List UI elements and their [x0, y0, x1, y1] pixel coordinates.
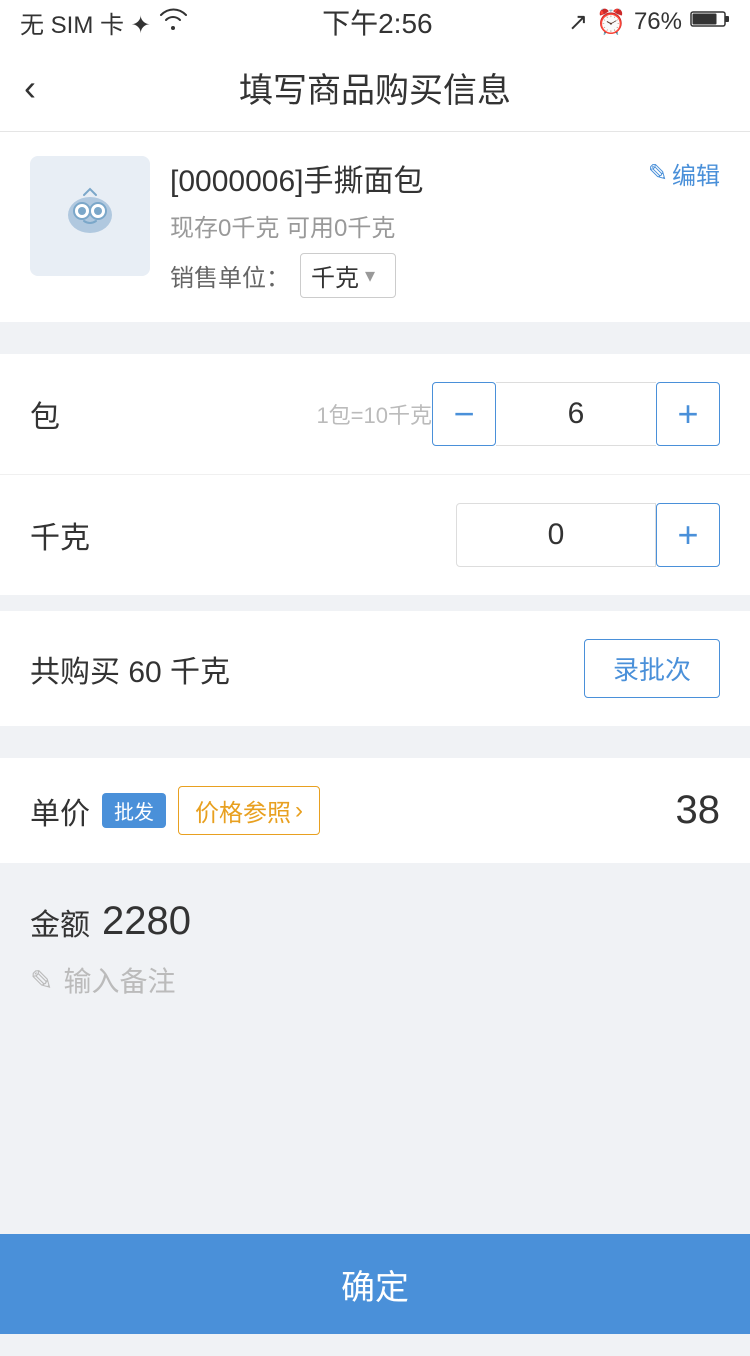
battery-icon: [690, 8, 730, 36]
price-label-area: 单价 批发 价格参照 ›: [30, 786, 320, 835]
sim-signal: 无 SIM 卡 ✦: [20, 5, 151, 40]
edit-button[interactable]: ✎ 编辑: [648, 156, 720, 191]
product-card: [0000006]手撕面包 ✎ 编辑 现存0千克 可用0千克 销售单位： 千克 …: [0, 132, 750, 322]
bao-label-area: 包 1包=10千克: [30, 392, 432, 436]
product-stock: 现存0千克 可用0千克: [170, 208, 720, 243]
qianke-quantity-control: +: [456, 503, 720, 567]
status-bar: 无 SIM 卡 ✦ 下午2:56 ↗ ⏰ 76%: [0, 0, 750, 44]
location-icon: ↗: [568, 8, 588, 37]
price-section: 单价 批发 价格参照 › 38: [0, 758, 750, 863]
bao-decrement-button[interactable]: −: [432, 382, 496, 446]
separator-1: [0, 338, 750, 354]
qianke-increment-button[interactable]: +: [656, 503, 720, 567]
wifi-icon: [159, 8, 187, 37]
batch-tag: 批发: [102, 793, 166, 828]
summary-row: 共购买 60 千克 录批次: [0, 611, 750, 726]
back-button[interactable]: ‹: [24, 67, 36, 109]
pencil-icon: ✎: [30, 964, 53, 997]
note-row[interactable]: ✎ 输入备注: [30, 960, 720, 1000]
batch-button[interactable]: 录批次: [584, 639, 720, 698]
amount-label: 金额: [30, 900, 90, 944]
confirm-text: 确定: [341, 1260, 409, 1309]
battery-text: 76%: [634, 8, 682, 36]
amount-section: 金额 2280 ✎ 输入备注: [0, 871, 750, 1016]
qianke-label: 千克: [30, 522, 90, 555]
bao-label: 包: [30, 392, 294, 436]
alarm-icon: ⏰: [596, 8, 626, 37]
amount-value: 2280: [102, 899, 191, 944]
bao-section: 包 1包=10千克 − + 千克 +: [0, 354, 750, 595]
qianke-quantity-input[interactable]: [456, 503, 656, 567]
nav-bar: ‹ 填写商品购买信息: [0, 44, 750, 132]
product-unit-row: 销售单位： 千克 ▾: [170, 253, 720, 298]
separator-2: [0, 742, 750, 758]
price-ref-button[interactable]: 价格参照 ›: [178, 786, 320, 835]
price-value: 38: [676, 788, 721, 833]
note-placeholder: 输入备注: [63, 960, 175, 1000]
product-image: [30, 156, 150, 276]
amount-row: 金额 2280: [30, 899, 720, 944]
page-title: 填写商品购买信息: [239, 63, 511, 112]
summary-section: 共购买 60 千克 录批次: [0, 611, 750, 726]
bao-row: 包 1包=10千克 − +: [0, 354, 750, 475]
summary-text: 共购买 60 千克: [30, 647, 230, 691]
chevron-right-icon: ›: [295, 797, 303, 825]
unit-select[interactable]: 千克 ▾: [300, 253, 396, 298]
status-right: ↗ ⏰ 76%: [568, 8, 730, 37]
confirm-bar[interactable]: 确定: [0, 1234, 750, 1334]
bao-quantity-input[interactable]: [496, 382, 656, 446]
edit-icon: ✎: [648, 159, 668, 188]
status-time: 下午2:56: [322, 2, 433, 42]
bao-quantity-control: − +: [432, 382, 720, 446]
price-label: 单价: [30, 789, 90, 833]
product-name: [0000006]手撕面包: [170, 156, 423, 200]
product-info: [0000006]手撕面包 ✎ 编辑 现存0千克 可用0千克 销售单位： 千克 …: [170, 156, 720, 298]
price-row: 单价 批发 价格参照 › 38: [30, 786, 720, 835]
bao-increment-button[interactable]: +: [656, 382, 720, 446]
product-logo-icon: [60, 183, 120, 250]
qianke-label-area: 千克: [30, 513, 456, 557]
status-left: 无 SIM 卡 ✦: [20, 5, 187, 40]
dropdown-arrow-icon: ▾: [365, 263, 375, 288]
qianke-row: 千克 +: [0, 475, 750, 595]
bao-hint: 1包=10千克: [316, 398, 432, 430]
